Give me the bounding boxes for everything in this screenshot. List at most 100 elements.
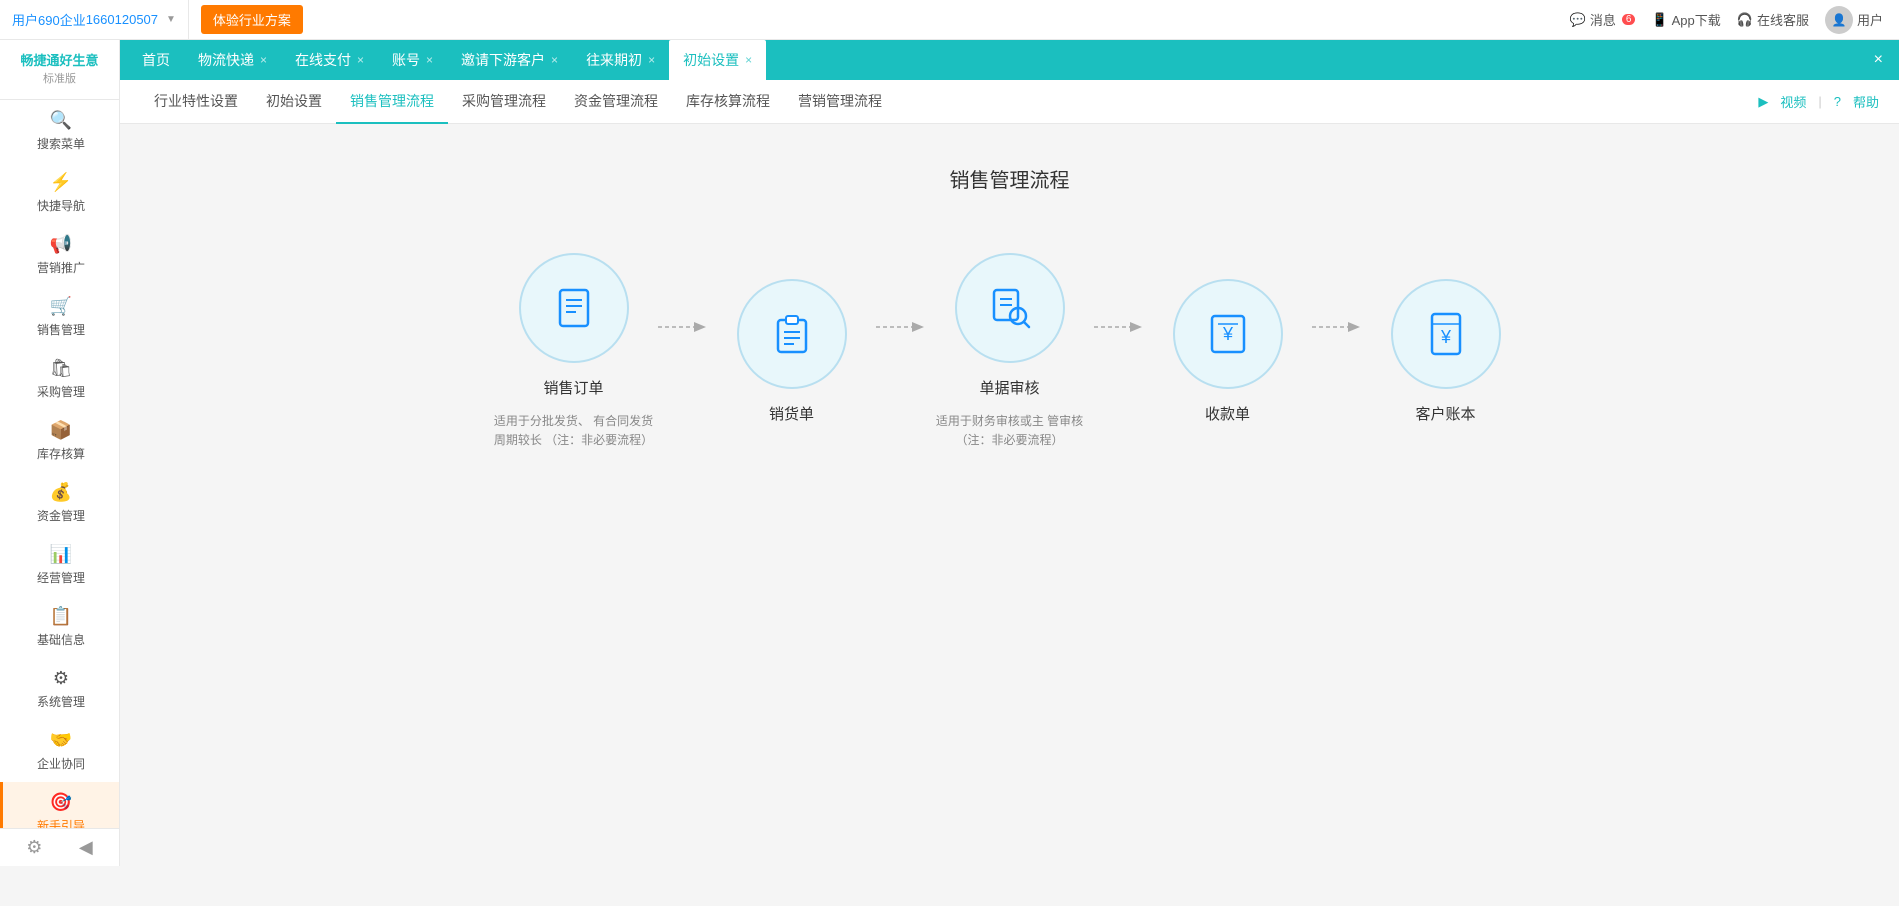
flow-step-desc: 适用于分批发货、 有合同发货周期较长 （注：非必要流程） <box>494 412 654 450</box>
user-avatar-area[interactable]: 👤 用户 <box>1825 6 1883 34</box>
help-label[interactable]: 帮助 <box>1853 92 1879 111</box>
video-icon: ▶ <box>1758 94 1768 110</box>
nav-item-物流快递[interactable]: 物流快递× <box>184 40 281 80</box>
sidebar-label: 资金管理 <box>37 507 85 524</box>
message-label: 消息 <box>1590 10 1616 29</box>
flow-arrow <box>1090 317 1148 337</box>
sidebar-item-资金管理[interactable]: 💰 资金管理 <box>0 472 119 534</box>
sidebar: 畅捷通好生意 标准版 🔍 搜索菜单 ⚡快捷导航📢营销推广 🛒 销售管理 🛍采购管理 📦 库存核… <box>0 40 120 866</box>
right-side: 首页物流快递×在线支付×账号×邀请下游客户×往来期初×初始设置×× 行业特性设置… <box>120 40 1899 866</box>
sidebar-item-新手引导[interactable]: 🎯新手引导 <box>0 782 119 828</box>
logo-text: 畅捷通好生意 <box>20 53 98 70</box>
settings-icon[interactable]: ⚙ <box>26 837 42 858</box>
sidebar-label: 经营管理 <box>37 569 85 586</box>
sidebar-icon: 🔍 <box>50 110 72 131</box>
sidebar-label: 库存核算 <box>37 445 85 462</box>
message-badge: 6 <box>1622 14 1636 25</box>
logo-sub: 标准版 <box>43 70 76 86</box>
flow-step-销售订单[interactable]: 销售订单适用于分批发货、 有合同发货周期较长 （注：非必要流程） <box>494 253 654 450</box>
sidebar-icon: ⚙ <box>53 668 69 689</box>
sub-tab-行业特性设置[interactable]: 行业特性设置 <box>140 80 252 124</box>
user-select[interactable]: 用户690企业1660120507 ▼ <box>0 0 189 40</box>
sub-tab-销售管理流程[interactable]: 销售管理流程 <box>336 80 448 124</box>
close-icon[interactable]: × <box>648 53 655 67</box>
collapse-icon[interactable]: ◀ <box>79 837 93 858</box>
nav-item-在线支付[interactable]: 在线支付× <box>281 40 378 80</box>
flow-arrow <box>872 317 930 337</box>
sub-tab-资金管理流程[interactable]: 资金管理流程 <box>560 80 672 124</box>
nav-item-账号[interactable]: 账号× <box>378 40 447 80</box>
sidebar-icon: 🤝 <box>50 730 72 751</box>
user-id: 1660120507 <box>86 12 158 27</box>
logo-area: 畅捷通好生意 标准版 <box>0 40 119 100</box>
sub-tab-营销管理流程[interactable]: 营销管理流程 <box>784 80 896 124</box>
flow-step-desc: 适用于财务审核或主 管审核 （注：非必要流程） <box>930 412 1090 450</box>
flow-step-客户账本[interactable]: ¥ 客户账本 <box>1366 279 1526 424</box>
sidebar-bottom: ⚙ ◀ <box>0 828 119 866</box>
flow-circle-销货单 <box>737 279 847 389</box>
sidebar-item-基础信息[interactable]: 📋基础信息 <box>0 596 119 658</box>
online-service-item[interactable]: 🎧 在线客服 <box>1737 10 1809 29</box>
flow-circle-单据审核 <box>955 253 1065 363</box>
flow-step-title: 单据审核 <box>979 377 1039 398</box>
message-icon: 💬 <box>1570 12 1586 28</box>
flow-diagram: 销售订单适用于分批发货、 有合同发货周期较长 （注：非必要流程） 销货单 单据审… <box>494 253 1526 450</box>
flow-arrow <box>1308 317 1366 337</box>
nav-item-首页[interactable]: 首页 <box>128 40 184 80</box>
app-download-label: App下载 <box>1672 10 1721 29</box>
sidebar-item-经营管理[interactable]: 📊 经营管理 <box>0 534 119 596</box>
nav-bar: 首页物流快递×在线支付×账号×邀请下游客户×往来期初×初始设置×× <box>120 40 1899 80</box>
sidebar-label: 销售管理 <box>37 321 85 338</box>
username-label: 用户 <box>1857 10 1883 29</box>
top-bar: 用户690企业1660120507 ▼ 体验行业方案 💬 消息 6 📱 App下… <box>0 0 1899 40</box>
sidebar-menu: 🔍 搜索菜单 ⚡快捷导航📢营销推广 🛒 销售管理 🛍采购管理 📦 库存核算 💰 资金管理 📊 经营管理… <box>0 100 119 828</box>
flow-step-title: 客户账本 <box>1415 403 1475 424</box>
sidebar-item-采购管理[interactable]: 🛍采购管理 <box>0 348 119 410</box>
sidebar-item-销售管理[interactable]: 🛒 销售管理 <box>0 286 119 348</box>
sidebar-label: 快捷导航 <box>37 197 85 214</box>
sidebar-item-快捷导航[interactable]: ⚡快捷导航 <box>0 162 119 224</box>
nav-item-初始设置[interactable]: 初始设置× <box>669 40 766 80</box>
sidebar-item-库存核算[interactable]: 📦 库存核算 <box>0 410 119 472</box>
sidebar-icon: 📦 <box>50 420 72 441</box>
sidebar-item-搜索菜单[interactable]: 🔍 搜索菜单 <box>0 100 119 162</box>
phone-icon: 📱 <box>1651 12 1667 28</box>
close-all-tabs[interactable]: × <box>1866 51 1891 69</box>
app-download-item[interactable]: 📱 App下载 <box>1651 10 1720 29</box>
sidebar-icon: 📢 <box>50 234 72 255</box>
sidebar-item-营销推广[interactable]: 📢营销推广 <box>0 224 119 286</box>
sidebar-icon: 💰 <box>50 482 72 503</box>
chevron-down-icon: ▼ <box>166 14 176 25</box>
flow-step-收款单[interactable]: ¥ 收款单 <box>1148 279 1308 424</box>
experience-button[interactable]: 体验行业方案 <box>201 5 303 34</box>
sub-tab-库存核算流程[interactable]: 库存核算流程 <box>672 80 784 124</box>
sidebar-label: 基础信息 <box>37 631 85 648</box>
sidebar-label: 采购管理 <box>37 383 85 400</box>
svg-text:¥: ¥ <box>1439 327 1451 347</box>
sidebar-item-企业协同[interactable]: 🤝企业协同 <box>0 720 119 782</box>
flow-arrow <box>654 317 712 337</box>
sidebar-icon: 📊 <box>50 544 72 565</box>
main-layout: 畅捷通好生意 标准版 🔍 搜索菜单 ⚡快捷导航📢营销推广 🛒 销售管理 🛍采购管理 📦 库存核… <box>0 40 1899 866</box>
close-icon[interactable]: × <box>426 53 433 67</box>
sub-tabs: 行业特性设置初始设置销售管理流程采购管理流程资金管理流程库存核算流程营销管理流程… <box>120 80 1899 124</box>
sidebar-icon: 🛒 <box>50 296 72 317</box>
close-icon[interactable]: × <box>260 53 267 67</box>
sub-tab-采购管理流程[interactable]: 采购管理流程 <box>448 80 560 124</box>
sidebar-label: 搜索菜单 <box>37 135 85 152</box>
sidebar-item-系统管理[interactable]: ⚙系统管理 <box>0 658 119 720</box>
sidebar-label: 新手引导 <box>37 817 85 828</box>
message-item[interactable]: 💬 消息 6 <box>1570 10 1636 29</box>
online-service-label: 在线客服 <box>1757 10 1809 29</box>
video-label[interactable]: 视频 <box>1780 92 1806 111</box>
flow-step-单据审核[interactable]: 单据审核适用于财务审核或主 管审核 （注：非必要流程） <box>930 253 1090 450</box>
flow-step-title: 收款单 <box>1205 403 1250 424</box>
nav-item-邀请下游客户[interactable]: 邀请下游客户× <box>447 40 572 80</box>
nav-item-往来期初[interactable]: 往来期初× <box>572 40 669 80</box>
close-icon[interactable]: × <box>551 53 558 67</box>
sub-tab-初始设置[interactable]: 初始设置 <box>252 80 336 124</box>
sub-tabs-right: ▶ 视频 | ? 帮助 <box>1758 92 1879 111</box>
close-icon[interactable]: × <box>357 53 364 67</box>
flow-step-销货单[interactable]: 销货单 <box>712 279 872 424</box>
close-icon[interactable]: × <box>745 53 752 67</box>
